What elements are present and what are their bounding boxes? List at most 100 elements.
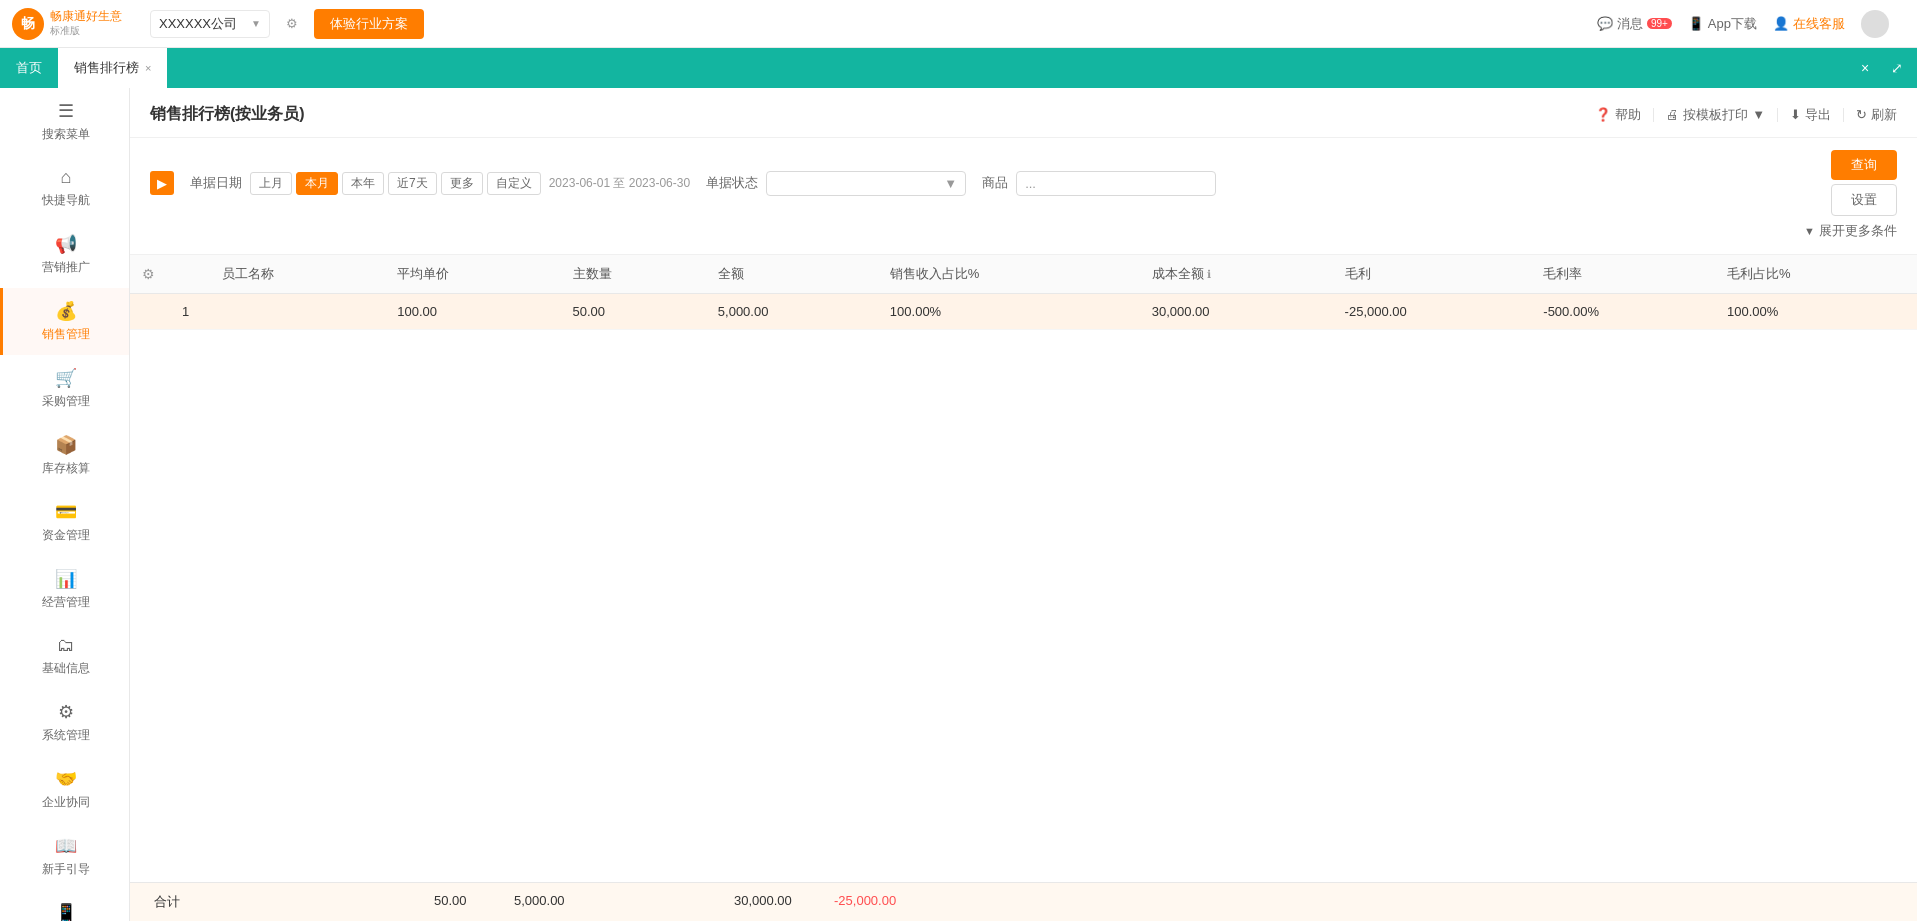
goods-select[interactable]: ... xyxy=(1016,171,1216,196)
refresh-icon: ↻ xyxy=(1856,107,1867,122)
tab-maximize-button[interactable]: ⤢ xyxy=(1885,56,1909,80)
logo-icon: 畅 xyxy=(12,8,44,40)
avatar[interactable] xyxy=(1861,10,1889,38)
sidebar: ☰ 搜索菜单 ⌂ 快捷导航 📢 营销推广 💰 销售管理 🛒 采购管理 📦 库存核… xyxy=(0,88,130,921)
date-btn-this-year[interactable]: 本年 xyxy=(342,172,384,195)
col-cost: 成本全额 ℹ xyxy=(1140,255,1333,294)
marketing-icon: 📢 xyxy=(55,233,77,255)
topbar-settings-button[interactable]: ⚙ xyxy=(278,10,306,38)
divider2 xyxy=(1777,108,1778,122)
col-gross-pct: 毛利占比% xyxy=(1715,255,1917,294)
date-btn-last-month[interactable]: 上月 xyxy=(250,172,292,195)
sidebar-item-operations[interactable]: 📊 经营管理 xyxy=(0,556,129,623)
col-rank xyxy=(170,255,210,294)
message-label: 消息 xyxy=(1617,15,1643,33)
sidebar-item-purchase[interactable]: 🛒 采购管理 xyxy=(0,355,129,422)
message-icon: 💬 xyxy=(1597,16,1613,31)
export-label: 导出 xyxy=(1805,106,1831,124)
service-icon: 👤 xyxy=(1773,16,1789,31)
refresh-button[interactable]: ↻ 刷新 xyxy=(1856,106,1897,124)
footer-avg-price xyxy=(342,893,422,911)
app-download-button[interactable]: 📱 App下载 xyxy=(1688,15,1757,33)
app-download-label: App下载 xyxy=(1708,15,1757,33)
main-layout: ☰ 搜索菜单 ⌂ 快捷导航 📢 营销推广 💰 销售管理 🛒 采购管理 📦 库存核… xyxy=(0,88,1917,921)
export-button[interactable]: ⬇ 导出 xyxy=(1790,106,1831,124)
footer-sales-pct xyxy=(602,893,722,911)
system-icon: ⚙ xyxy=(58,701,74,723)
sidebar-item-label: 库存核算 xyxy=(42,460,90,477)
sidebar-item-search[interactable]: ☰ 搜索菜单 xyxy=(0,88,129,155)
guide-icon: 📖 xyxy=(55,835,77,857)
help-button[interactable]: ❓ 帮助 xyxy=(1595,106,1641,124)
col-amount: 全额 xyxy=(706,255,878,294)
expand-filters-button[interactable]: ▼ 展开更多条件 xyxy=(1804,222,1897,240)
sidebar-item-sales[interactable]: 💰 销售管理 xyxy=(0,288,129,355)
filter-collapse-button[interactable]: ▶ xyxy=(150,171,174,195)
sidebar-item-finance[interactable]: 💳 资金管理 xyxy=(0,489,129,556)
table-settings-icon[interactable]: ⚙ xyxy=(142,266,155,282)
tab-close-icon[interactable]: × xyxy=(145,62,151,74)
print-dropdown-icon[interactable]: ▼ xyxy=(1752,107,1765,122)
help-label: 帮助 xyxy=(1615,106,1641,124)
status-filter: 单据状态 ▼ xyxy=(706,171,966,196)
col-employee-name: 员工名称 xyxy=(210,255,385,294)
filter-area: ▶ 单据日期 上月 本月 本年 近7天 更多 自定义 2023-06-01 至 … xyxy=(130,138,1917,255)
sidebar-item-label: 搜索菜单 xyxy=(42,126,90,143)
top-bar: 畅 畅康通好生意 标准版 XXXXXX公司 ▼ ⚙ 体验行业方案 💬 消息 99… xyxy=(0,0,1917,48)
sidebar-item-label: 经营管理 xyxy=(42,594,90,611)
online-service-button[interactable]: 👤 在线客服 xyxy=(1773,15,1845,33)
sidebar-item-label: 营销推广 xyxy=(42,259,90,276)
date-btn-this-month[interactable]: 本月 xyxy=(296,172,338,195)
sidebar-item-label: 快捷导航 xyxy=(42,192,90,209)
col-quantity: 主数量 xyxy=(561,255,706,294)
sidebar-item-label: 基础信息 xyxy=(42,660,90,677)
sidebar-item-system[interactable]: ⚙ 系统管理 xyxy=(0,689,129,756)
page-title: 销售排行榜(按业务员) xyxy=(150,104,305,125)
tab-label: 销售排行榜 xyxy=(74,59,139,77)
sidebar-item-label: 系统管理 xyxy=(42,727,90,744)
query-button[interactable]: 查询 xyxy=(1831,150,1897,180)
operations-icon: 📊 xyxy=(55,568,77,590)
sidebar-item-inventory[interactable]: 📦 库存核算 xyxy=(0,422,129,489)
footer-cells: 合计 50.00 5,000.00 30,000.00 -25,000.00 xyxy=(142,893,1905,911)
date-btn-custom[interactable]: 自定义 xyxy=(487,172,541,195)
date-btn-more[interactable]: 更多 xyxy=(441,172,483,195)
print-icon: 🖨 xyxy=(1666,107,1679,122)
cost-info-icon[interactable]: ℹ xyxy=(1207,268,1211,280)
sidebar-item-label: 采购管理 xyxy=(42,393,90,410)
cell-settings xyxy=(130,294,170,330)
refresh-label: 刷新 xyxy=(1871,106,1897,124)
date-btn-7days[interactable]: 近7天 xyxy=(388,172,437,195)
logo-sub: 标准版 xyxy=(50,24,122,38)
tab-home[interactable]: 首页 xyxy=(0,48,58,88)
status-select[interactable]: ▼ xyxy=(766,171,966,196)
status-filter-label: 单据状态 xyxy=(706,174,758,192)
footer-cost: 30,000.00 xyxy=(722,893,822,911)
sidebar-item-apps[interactable]: 📱 应用中心 xyxy=(0,890,129,921)
sidebar-item-guide[interactable]: 📖 新手引导 xyxy=(0,823,129,890)
header-actions: ❓ 帮助 🖨 按模板打印 ▼ ⬇ 导出 ↻ 刷新 xyxy=(1595,106,1897,124)
sidebar-item-marketing[interactable]: 📢 营销推广 xyxy=(0,221,129,288)
cell-rank: 1 xyxy=(170,294,210,330)
goods-filter-label: 商品 xyxy=(982,174,1008,192)
page-header: 销售排行榜(按业务员) ❓ 帮助 🖨 按模板打印 ▼ ⬇ 导出 xyxy=(130,88,1917,138)
settings-filter-button[interactable]: 设置 xyxy=(1831,184,1897,216)
company-selector[interactable]: XXXXXX公司 ▼ xyxy=(150,10,270,38)
table-wrapper: ⚙ 员工名称 平均单价 主数量 全额 销售收入占比% 成本全额 ℹ 毛利 毛利率 xyxy=(130,255,1917,882)
sidebar-item-shortcuts[interactable]: ⌂ 快捷导航 xyxy=(0,155,129,221)
date-filter: 单据日期 上月 本月 本年 近7天 更多 自定义 2023-06-01 至 20… xyxy=(190,172,690,195)
goods-select-text: ... xyxy=(1025,176,1207,191)
content-area: 销售排行榜(按业务员) ❓ 帮助 🖨 按模板打印 ▼ ⬇ 导出 xyxy=(130,88,1917,921)
tab-sales-ranking[interactable]: 销售排行榜 × xyxy=(58,48,167,88)
print-button[interactable]: 🖨 按模板打印 ▼ xyxy=(1666,106,1765,124)
cell-employee-name xyxy=(210,294,385,330)
message-button[interactable]: 💬 消息 99+ xyxy=(1597,15,1672,33)
tab-minimize-button[interactable]: × xyxy=(1853,56,1877,80)
sidebar-item-basics[interactable]: 🗂 基础信息 xyxy=(0,623,129,689)
cell-sales-pct: 100.00% xyxy=(878,294,1140,330)
trial-button[interactable]: 体验行业方案 xyxy=(314,9,424,39)
sidebar-item-collab[interactable]: 🤝 企业协同 xyxy=(0,756,129,823)
date-filter-label: 单据日期 xyxy=(190,174,242,192)
logo-text: 畅康通好生意 xyxy=(50,9,122,25)
purchase-icon: 🛒 xyxy=(55,367,77,389)
